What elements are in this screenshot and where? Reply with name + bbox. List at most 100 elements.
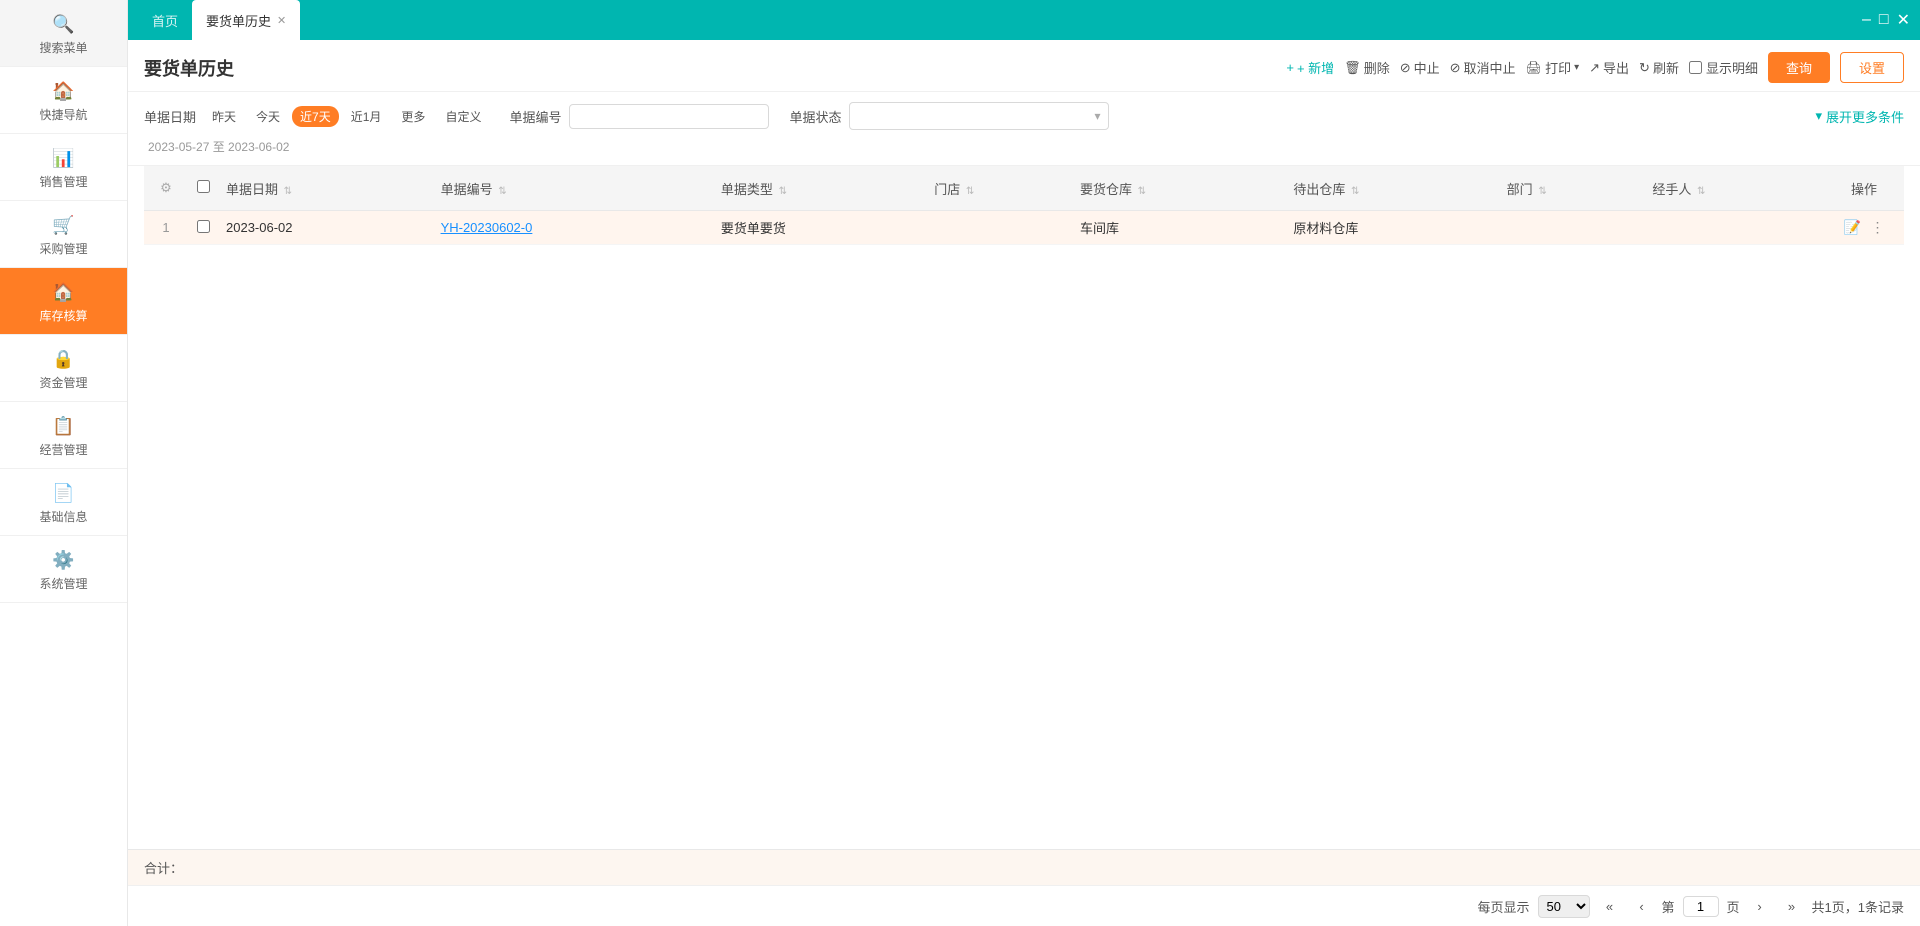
th-department[interactable]: 部门 ⇅ (1499, 166, 1645, 211)
close-window-icon[interactable]: ✕ (1897, 10, 1910, 30)
stop-label: 中止 (1414, 58, 1440, 77)
expand-more-button[interactable]: ▾ 展开更多条件 (1815, 107, 1904, 126)
select-all-checkbox[interactable] (197, 180, 210, 193)
delete-icon: 🗑 (1344, 60, 1361, 76)
row-pending-warehouse: 原材料仓库 (1285, 211, 1498, 245)
new-button[interactable]: + + 新增 (1286, 58, 1334, 77)
row-more-icon[interactable]: ⋮ (1871, 219, 1885, 235)
sidebar-item-purchase[interactable]: 🛒 采购管理 (0, 201, 127, 268)
chevron-down-icon: ▾ (1094, 109, 1100, 123)
document-icon: 📄 (52, 483, 74, 504)
date-tag-custom[interactable]: 自定义 (437, 106, 489, 127)
display-cell-toggle[interactable]: 显示明细 (1689, 58, 1758, 77)
delete-label: 删除 (1364, 58, 1390, 77)
th-date[interactable]: 单据日期 ⇅ (218, 166, 433, 211)
close-tab-icon[interactable]: ✕ (277, 14, 286, 27)
date-tag-yesterday[interactable]: 昨天 (204, 106, 244, 127)
sort-req-warehouse-icon: ⇅ (1138, 186, 1146, 197)
sidebar-item-shortcut[interactable]: 🏠 快捷导航 (0, 67, 127, 134)
sidebar-label-sales: 销售管理 (39, 173, 87, 190)
tab-home[interactable]: 首页 (138, 0, 192, 40)
query-button[interactable]: 查询 (1768, 52, 1830, 83)
th-doc-type[interactable]: 单据类型 ⇅ (713, 166, 926, 211)
sidebar-label-shortcut: 快捷导航 (39, 106, 87, 123)
sort-date-icon: ⇅ (284, 186, 292, 197)
main-area: 首页 要货单历史 ✕ – □ ✕ 要货单历史 + + 新增 🗑 删除 (128, 0, 1920, 926)
sidebar-item-basic[interactable]: 📄 基础信息 (0, 469, 127, 536)
tab-history-label: 要货单历史 (206, 11, 271, 30)
main-table: ⚙ 单据日期 ⇅ 单据编号 ⇅ (144, 166, 1904, 245)
display-cell-checkbox[interactable] (1689, 61, 1702, 74)
table-area: ⚙ 单据日期 ⇅ 单据编号 ⇅ (128, 166, 1920, 849)
next-page-button[interactable]: › (1748, 894, 1772, 918)
th-department-label: 部门 (1507, 182, 1533, 197)
toolbar: + + 新增 🗑 删除 ⊘ 中止 ⊘ 取消中止 🖨 打印 (1286, 52, 1904, 83)
doc-number-input[interactable] (569, 104, 769, 129)
date-range-display: 2023-05-27 至 2023-06-02 (144, 138, 1904, 155)
expand-label: 展开更多条件 (1826, 107, 1904, 126)
date-tag-last7[interactable]: 近7天 (292, 106, 339, 127)
th-store[interactable]: 门店 ⇅ (926, 166, 1072, 211)
cancel-stop-icon: ⊘ (1450, 60, 1461, 76)
date-tag-today[interactable]: 今天 (248, 106, 288, 127)
date-range-text: 2023-05-27 至 2023-06-02 (148, 140, 289, 154)
export-button[interactable]: ↗ 导出 (1589, 58, 1629, 77)
cancel-stop-label: 取消中止 (1464, 58, 1516, 77)
sidebar-item-finance[interactable]: 🔒 资金管理 (0, 335, 127, 402)
row-store (926, 211, 1072, 245)
cancel-stop-button[interactable]: ⊘ 取消中止 (1450, 58, 1516, 77)
th-checkbox (188, 166, 218, 211)
th-handler[interactable]: 经手人 ⇅ (1644, 166, 1824, 211)
sidebar-item-search[interactable]: 🔍 搜索菜单 (0, 0, 127, 67)
date-tag-last-month[interactable]: 近1月 (343, 106, 390, 127)
row-edit-icon[interactable]: 📝 (1843, 219, 1860, 235)
first-page-button[interactable]: « (1598, 894, 1622, 918)
column-settings-icon[interactable]: ⚙ (152, 174, 180, 202)
sidebar-item-system[interactable]: ⚙️ 系统管理 (0, 536, 127, 603)
refresh-label: 刷新 (1653, 58, 1679, 77)
sidebar-label-purchase: 采购管理 (39, 240, 87, 257)
sidebar-label-inventory: 库存核算 (39, 307, 87, 324)
delete-button[interactable]: 🗑 删除 (1344, 58, 1390, 77)
settings-button[interactable]: 设置 (1840, 52, 1904, 83)
sidebar-item-inventory[interactable]: 🏠 库存核算 (0, 268, 127, 335)
table-footer: 合计： (128, 849, 1920, 885)
table-row: 1 2023-06-02 YH-20230602-0 要货单要货 (144, 211, 1904, 245)
summary-label: 合计： (144, 861, 183, 876)
refresh-button[interactable]: ↻ 刷新 (1639, 58, 1679, 77)
window-controls: – □ ✕ (1862, 10, 1910, 30)
header-row: ⚙ 单据日期 ⇅ 单据编号 ⇅ (144, 166, 1904, 211)
th-req-warehouse-label: 要货仓库 (1080, 182, 1132, 197)
minimize-icon[interactable]: – (1862, 11, 1871, 29)
prev-page-button[interactable]: ‹ (1630, 894, 1654, 918)
th-ops-label: 操作 (1851, 182, 1877, 197)
sidebar-item-sales[interactable]: 📊 销售管理 (0, 134, 127, 201)
row-doc-num-link[interactable]: YH-20230602-0 (441, 220, 533, 235)
page-size-label: 每页显示 (1477, 897, 1529, 916)
gear-icon: ⚙️ (52, 550, 74, 571)
row-doc-type: 要货单要货 (713, 211, 926, 245)
sidebar-label-operation: 经营管理 (39, 441, 87, 458)
tab-history[interactable]: 要货单历史 ✕ (192, 0, 300, 40)
page-size-select[interactable]: 10 20 50 100 (1538, 895, 1590, 918)
sidebar-label-search: 搜索菜单 (39, 39, 87, 56)
last-page-button[interactable]: » (1780, 894, 1804, 918)
th-req-warehouse[interactable]: 要货仓库 ⇅ (1072, 166, 1285, 211)
clipboard-icon: 📋 (52, 416, 74, 437)
doc-status-select[interactable]: ▾ (849, 102, 1109, 130)
page-number-input[interactable] (1683, 896, 1719, 917)
row-checkbox[interactable] (197, 220, 210, 233)
maximize-icon[interactable]: □ (1879, 11, 1889, 29)
print-button[interactable]: 🖨 打印 ▾ (1526, 58, 1580, 77)
stop-button[interactable]: ⊘ 中止 (1400, 58, 1440, 77)
th-doc-type-label: 单据类型 (721, 182, 773, 197)
page-title: 要货单历史 (144, 55, 1286, 81)
date-tag-more[interactable]: 更多 (393, 106, 433, 127)
sort-doc-num-icon: ⇅ (498, 186, 506, 197)
th-doc-num[interactable]: 单据编号 ⇅ (433, 166, 713, 211)
doc-status-input[interactable] (858, 109, 1094, 124)
sidebar-item-operation[interactable]: 📋 经营管理 (0, 402, 127, 469)
row-ops: 📝 ⋮ (1824, 211, 1904, 245)
table-body: 1 2023-06-02 YH-20230602-0 要货单要货 (144, 211, 1904, 245)
th-pending-warehouse[interactable]: 待出仓库 ⇅ (1285, 166, 1498, 211)
